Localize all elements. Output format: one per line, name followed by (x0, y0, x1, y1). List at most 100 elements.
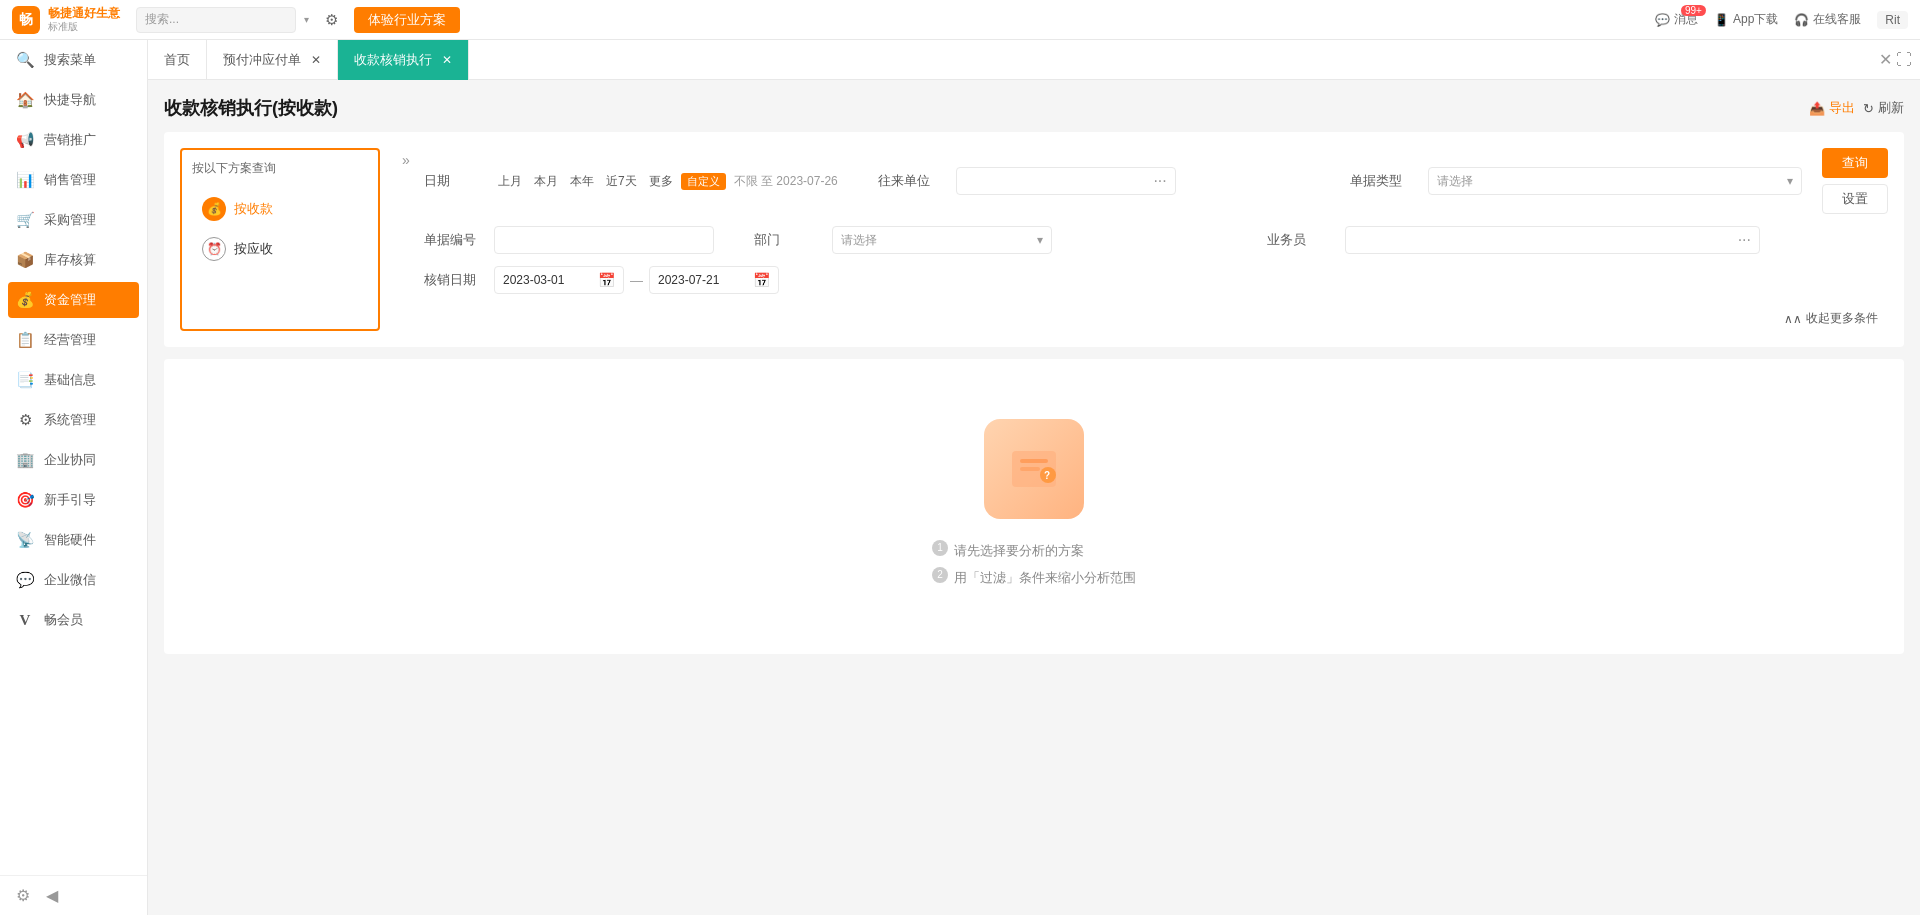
more-conditions-button[interactable]: ∧∧ 收起更多条件 (1774, 306, 1888, 331)
svg-rect-1 (1020, 459, 1048, 463)
date-btn-this-month[interactable]: 本月 (530, 171, 562, 192)
finance-icon: 💰 (16, 291, 34, 309)
online-service-button[interactable]: 🎧 在线客服 (1794, 11, 1861, 28)
dept-group: 部门 请选择 ▾ (754, 226, 1247, 254)
sidebar-item-search-menu[interactable]: 🔍 搜索菜单 (0, 40, 147, 80)
dept-placeholder: 请选择 (841, 232, 877, 249)
export-icon: 📤 (1809, 101, 1825, 116)
bottom-settings-icon[interactable]: ⚙ (16, 886, 30, 905)
sidebar-item-enterprise[interactable]: 🏢 企业协同 (0, 440, 147, 480)
app-download-button[interactable]: 📱 App下载 (1714, 11, 1778, 28)
tab-home[interactable]: 首页 (148, 40, 207, 80)
sidebar-item-marketing[interactable]: 📢 营销推广 (0, 120, 147, 160)
doctype-select[interactable]: 请选择 ▾ (1428, 167, 1802, 195)
refresh-button[interactable]: ↻ 刷新 (1863, 99, 1904, 117)
tip-num-1: 1 (932, 540, 948, 556)
filter-option-by-receivable[interactable]: ⏰ 按应收 (192, 229, 368, 269)
date-shortcuts: 上月 本月 本年 近7天 更多 自定义 不限 至 2023-07-26 (494, 171, 838, 192)
sidebar-item-hardware[interactable]: 📡 智能硬件 (0, 520, 147, 560)
export-button[interactable]: 📤 导出 (1809, 99, 1855, 117)
tab-prepay[interactable]: 预付冲应付单 ✕ (207, 40, 338, 80)
date-btn-7days[interactable]: 近7天 (602, 171, 641, 192)
tab-bar-actions: ✕ ⛶ (1879, 50, 1920, 69)
filter-area: 按以下方案查询 💰 按收款 ⏰ 按应收 » 日期 (164, 132, 1904, 347)
sidebar-item-guide[interactable]: 🎯 新手引导 (0, 480, 147, 520)
date-range-text: 不限 至 2023-07-26 (734, 173, 838, 190)
staff-label: 业务员 (1267, 231, 1337, 249)
message-button[interactable]: 💬 消息 99+ (1655, 11, 1698, 28)
tab-receivable[interactable]: 收款核销执行 ✕ (338, 40, 469, 80)
date-separator: — (630, 273, 643, 288)
sidebar-item-operation[interactable]: 📋 经营管理 (0, 320, 147, 360)
top-search-input[interactable]: 搜索... (136, 7, 296, 33)
page-header: 收款核销执行(按收款) 📤 导出 ↻ 刷新 (164, 96, 1904, 120)
sidebar-label: 库存核算 (44, 251, 96, 269)
empty-tip-2-text: 用「过滤」条件来缩小分析范围 (954, 566, 1136, 589)
empty-tip-1-text: 请先选择要分析的方案 (954, 539, 1084, 562)
filter-row-date: 日期 上月 本月 本年 近7天 更多 自定义 不限 至 2023-07-26 往… (424, 148, 1888, 214)
sidebar-item-inventory[interactable]: 📦 库存核算 (0, 240, 147, 280)
inventory-icon: 📦 (16, 251, 34, 269)
date-btn-this-year[interactable]: 本年 (566, 171, 598, 192)
staff-select[interactable]: ··· (1345, 226, 1760, 254)
date-custom-badge[interactable]: 自定义 (681, 173, 726, 190)
sidebar-label: 系统管理 (44, 411, 96, 429)
filter-left-panel: 按以下方案查询 💰 按收款 ⏰ 按应收 (180, 148, 380, 331)
main-area: 首页 预付冲应付单 ✕ 收款核销执行 ✕ ✕ ⛶ 收款核销执行(按收款) 📤 导… (148, 40, 1920, 915)
sidebar-item-quick-nav[interactable]: 🏠 快捷导航 (0, 80, 147, 120)
sidebar-label: 采购管理 (44, 211, 96, 229)
verify-date-start[interactable]: 2023-03-01 📅 (494, 266, 624, 294)
doctype-placeholder: 请选择 (1437, 173, 1473, 190)
enterprise-icon: 🏢 (16, 451, 34, 469)
headset-icon: 🎧 (1794, 13, 1809, 27)
bottom-collapse-icon[interactable]: ◀ (46, 886, 58, 905)
staff-dots[interactable]: ··· (1738, 231, 1751, 249)
filter-option-receivable-label: 按应收 (234, 240, 273, 258)
verify-date-end[interactable]: 2023-07-21 📅 (649, 266, 779, 294)
settings-icon[interactable]: ⚙ (325, 11, 338, 29)
date-btn-more[interactable]: 更多 (645, 171, 677, 192)
filter-row-docno: 单据编号 部门 请选择 ▾ 业务员 ··· (424, 226, 1888, 254)
chat-icon: 💬 (1655, 13, 1670, 27)
brand-info: 畅捷通好生意 标准版 (48, 6, 120, 32)
tab-prepay-close[interactable]: ✕ (311, 53, 321, 67)
empty-tips: 1 请先选择要分析的方案 2 用「过滤」条件来缩小分析范围 (932, 539, 1136, 594)
sidebar-item-purchase[interactable]: 🛒 采购管理 (0, 200, 147, 240)
docno-input[interactable] (494, 226, 714, 254)
user-menu[interactable]: Rit (1877, 11, 1908, 29)
query-button[interactable]: 查询 (1822, 148, 1888, 178)
svg-text:?: ? (1044, 470, 1050, 481)
system-icon: ⚙ (16, 411, 34, 429)
sidebar-item-basic[interactable]: 📑 基础信息 (0, 360, 147, 400)
partner-dots[interactable]: ··· (1153, 172, 1166, 190)
filter-option-by-receipt[interactable]: 💰 按收款 (192, 189, 368, 229)
sidebar-label: 经营管理 (44, 331, 96, 349)
verify-date-start-value: 2023-03-01 (503, 273, 564, 287)
industry-button[interactable]: 体验行业方案 (354, 7, 460, 33)
tab-expand-btn[interactable]: ⛶ (1896, 51, 1912, 69)
partner-select[interactable]: ··· (956, 167, 1176, 195)
tab-close-btn[interactable]: ✕ (1879, 50, 1892, 69)
sidebar-label: 企业协同 (44, 451, 96, 469)
filter-collapse-button[interactable]: » (396, 148, 416, 331)
more-conditions-label: 收起更多条件 (1806, 310, 1878, 327)
sidebar-label: 新手引导 (44, 491, 96, 509)
dept-select[interactable]: 请选择 ▾ (832, 226, 1052, 254)
sidebar-label: 销售管理 (44, 171, 96, 189)
phone-icon: 📱 (1714, 13, 1729, 27)
dropdown-icon[interactable]: ▾ (304, 14, 309, 25)
sidebar-item-finance[interactable]: 💰 资金管理 (8, 282, 139, 318)
sidebar-item-sales[interactable]: 📊 销售管理 (0, 160, 147, 200)
doctype-group: 单据类型 请选择 ▾ (1350, 167, 1802, 195)
search-menu-icon: 🔍 (16, 51, 34, 69)
docno-label: 单据编号 (424, 231, 494, 249)
sidebar-item-member[interactable]: V 畅会员 (0, 600, 147, 640)
sidebar-item-system[interactable]: ⚙ 系统管理 (0, 400, 147, 440)
setting-button[interactable]: 设置 (1822, 184, 1888, 214)
sidebar-item-wechat[interactable]: 💬 企业微信 (0, 560, 147, 600)
tip-num-2: 2 (932, 567, 948, 583)
tab-receivable-close[interactable]: ✕ (442, 53, 452, 67)
guide-icon: 🎯 (16, 491, 34, 509)
date-btn-last-month[interactable]: 上月 (494, 171, 526, 192)
empty-tip-2: 2 用「过滤」条件来缩小分析范围 (932, 566, 1136, 589)
